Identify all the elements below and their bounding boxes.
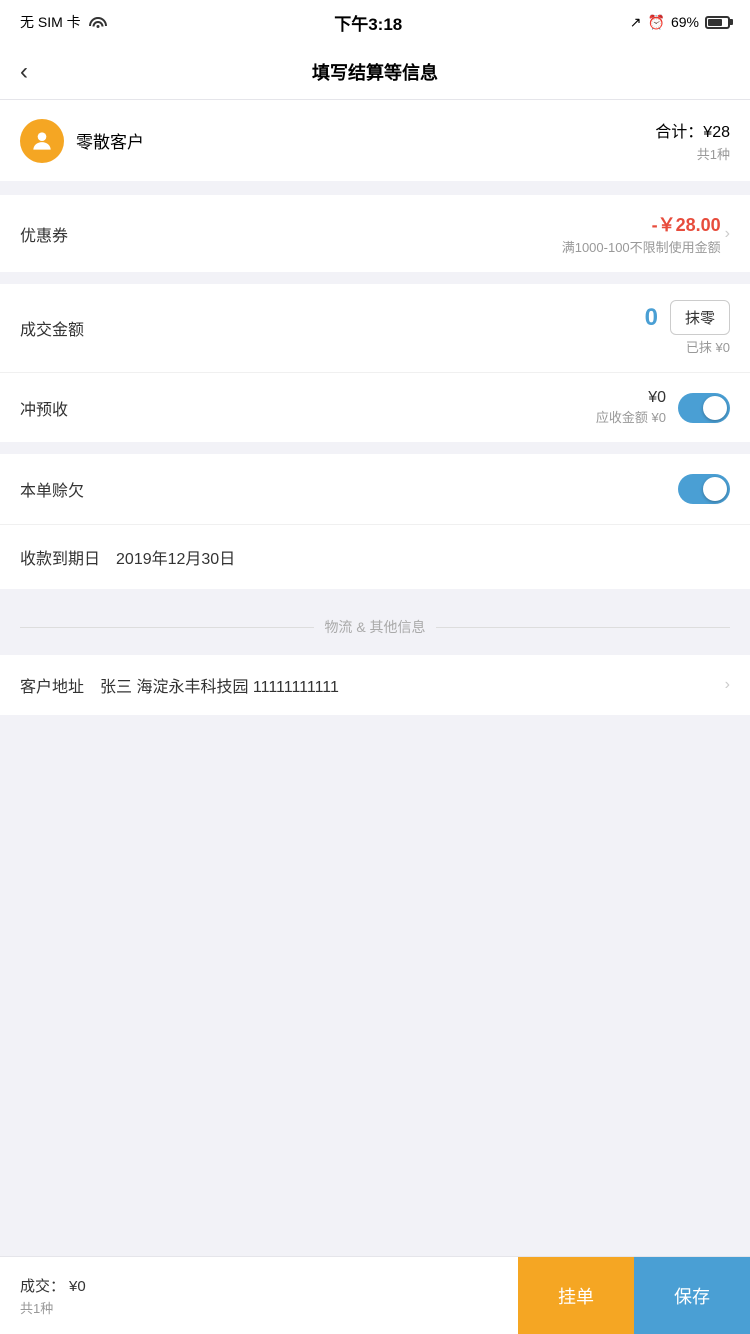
prepay-toggle[interactable] <box>678 393 730 423</box>
transaction-section: 成交金额 0 抹零 已抹 ¥0 冲预收 ¥0 应收金额 ¥0 <box>0 284 750 442</box>
coupon-text-area: -￥28.00 满1000-100不限制使用金额 <box>562 211 721 256</box>
nav-title: 填写结算等信息 <box>312 59 438 85</box>
prepay-amount-area: ¥0 应收金额 ¥0 <box>596 389 666 426</box>
save-button[interactable]: 保存 <box>634 1257 750 1334</box>
battery-icon <box>705 16 730 29</box>
logistics-header-text: 物流 & 其他信息 <box>314 617 435 637</box>
transaction-label: 成交金额 <box>20 316 84 340</box>
debt-toggle-knob <box>703 477 727 501</box>
customer-right: 合计：¥28 共1种 <box>655 118 730 163</box>
nav-bar: ‹ 填写结算等信息 <box>0 44 750 100</box>
bottom-info: 成交： ¥0 共1种 <box>0 1275 518 1317</box>
debt-section: 本单赊欠 收款到期日 2019年12月30日 <box>0 454 750 589</box>
customer-name: 零散客户 <box>76 128 144 153</box>
address-section: 客户地址 张三 海淀永丰科技园 11111111111 › <box>0 655 750 715</box>
prepay-sub: 应收金额 ¥0 <box>596 407 666 426</box>
coupon-right: -￥28.00 满1000-100不限制使用金额 › <box>562 211 730 256</box>
divider-1 <box>0 183 750 195</box>
transaction-value[interactable]: 0 <box>618 304 658 332</box>
alarm-icon: ⏰ <box>648 14 665 31</box>
logistics-section: 物流 & 其他信息 <box>0 601 750 653</box>
address-label: 客户地址 <box>20 673 84 697</box>
coupon-amount: -￥28.00 <box>562 211 721 237</box>
amount-input-area: 0 抹零 <box>618 300 730 335</box>
round-button[interactable]: 抹零 <box>670 300 730 335</box>
prepay-right: ¥0 应收金额 ¥0 <box>596 389 730 426</box>
transaction-sub: 已抹 ¥0 <box>686 337 730 356</box>
coupon-label: 优惠券 <box>20 222 68 246</box>
debt-toggle[interactable] <box>678 474 730 504</box>
bottom-deal-row: 成交： ¥0 <box>20 1275 498 1296</box>
status-right: ↗ ⏰ 69% <box>630 14 730 31</box>
transaction-row: 成交金额 0 抹零 已抹 ¥0 <box>0 284 750 373</box>
logistics-header: 物流 & 其他信息 <box>0 601 750 653</box>
coupon-desc: 满1000-100不限制使用金额 <box>562 237 721 256</box>
wifi-icon <box>89 14 107 31</box>
toggle-knob <box>703 396 727 420</box>
customer-total: 合计：¥28 <box>655 118 730 142</box>
customer-left: 零散客户 <box>20 119 144 163</box>
content-area: 零散客户 合计：¥28 共1种 优惠券 -￥28.00 满1000-100不限制… <box>0 100 750 805</box>
divider-3 <box>0 442 750 454</box>
customer-count: 共1种 <box>655 144 730 163</box>
bottom-count: 共1种 <box>20 1298 498 1317</box>
status-time: 下午3:18 <box>334 10 402 35</box>
bottom-bar: 成交： ¥0 共1种 挂单 保存 <box>0 1256 750 1334</box>
address-value: 张三 海淀永丰科技园 11111111111 <box>100 673 709 697</box>
status-bar: 无 SIM 卡 下午3:18 ↗ ⏰ 69% <box>0 0 750 44</box>
coupon-section: 优惠券 -￥28.00 满1000-100不限制使用金额 › <box>0 195 750 272</box>
customer-row: 零散客户 合计：¥28 共1种 <box>0 100 750 181</box>
battery-percent: 69% <box>671 14 699 30</box>
debt-row: 本单赊欠 <box>0 454 750 524</box>
due-date-label: 收款到期日 <box>20 545 100 569</box>
prepay-label: 冲预收 <box>20 396 68 420</box>
status-left: 无 SIM 卡 <box>20 12 107 32</box>
location-icon: ↗ <box>630 14 642 31</box>
back-button[interactable]: ‹ <box>20 58 28 86</box>
prepay-row: 冲预收 ¥0 应收金额 ¥0 <box>0 373 750 442</box>
customer-avatar <box>20 119 64 163</box>
address-row[interactable]: 客户地址 张三 海淀永丰科技园 11111111111 › <box>0 655 750 715</box>
carrier-text: 无 SIM 卡 <box>20 12 81 32</box>
bottom-deal-label: 成交： <box>20 1275 65 1296</box>
debt-label: 本单赊欠 <box>20 477 84 501</box>
bottom-actions: 挂单 保存 <box>518 1257 750 1334</box>
coupon-row[interactable]: 优惠券 -￥28.00 满1000-100不限制使用金额 › <box>0 195 750 272</box>
address-chevron-icon: › <box>725 676 730 694</box>
hang-button[interactable]: 挂单 <box>518 1257 634 1334</box>
due-date-row: 收款到期日 2019年12月30日 <box>0 524 750 589</box>
bottom-deal-amount: ¥0 <box>69 1278 86 1295</box>
prepay-amount: ¥0 <box>596 389 666 407</box>
divider-2 <box>0 272 750 284</box>
due-date-value[interactable]: 2019年12月30日 <box>116 545 235 569</box>
coupon-chevron-icon: › <box>725 225 730 243</box>
